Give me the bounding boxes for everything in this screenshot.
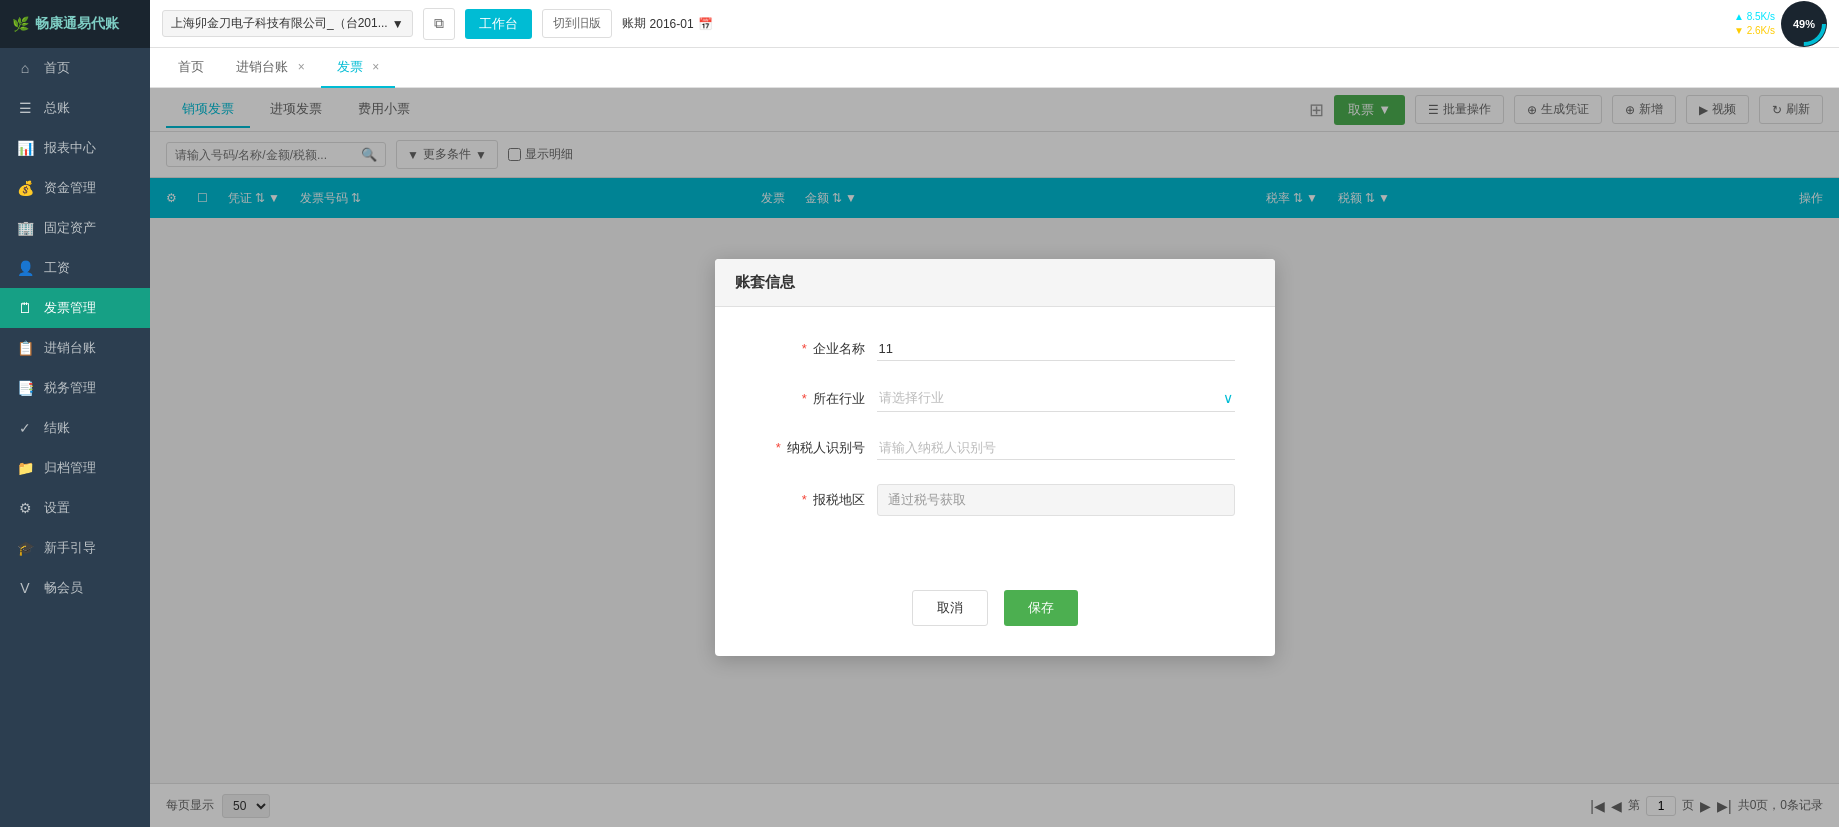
progress-text: 49% — [1793, 18, 1815, 30]
company-name-input[interactable] — [877, 337, 1235, 361]
network-stats: ▲ 8.5K/s ▼ 2.6K/s — [1734, 10, 1775, 38]
member-icon: V — [16, 580, 34, 596]
sidebar-label-ledger: 总账 — [44, 99, 70, 117]
sidebar-label-tax: 税务管理 — [44, 379, 96, 397]
nav-tabs: 首页 进销台账 × 发票 × — [150, 48, 1839, 88]
settings-icon: ⚙ — [16, 500, 34, 516]
network-progress-circle: 49% — [1781, 1, 1827, 47]
finance-icon: 💰 — [16, 180, 34, 196]
tab-purchase-sales[interactable]: 进销台账 × — [220, 48, 321, 88]
archive-icon: 📁 — [16, 460, 34, 476]
sidebar-label-assets: 固定资产 — [44, 219, 96, 237]
sidebar-item-finance[interactable]: 💰 资金管理 — [0, 168, 150, 208]
sidebar-item-member[interactable]: V 畅会员 — [0, 568, 150, 608]
close-tab-invoice[interactable]: × — [372, 60, 379, 74]
invoice-icon: 🗒 — [16, 300, 34, 316]
topbar: 上海卯金刀电子科技有限公司_（台201... ▼ ⧉ 工作台 切到旧版 账期 2… — [150, 0, 1839, 48]
purchase-icon: 📋 — [16, 340, 34, 356]
sidebar-item-salary[interactable]: 👤 工资 — [0, 248, 150, 288]
sidebar-label-invoice: 发票管理 — [44, 299, 96, 317]
sidebar-label-report: 报表中心 — [44, 139, 96, 157]
content-area: 销项发票 进项发票 费用小票 ⊞ 取票 ▼ ☰ 批量操作 ⊕ — [150, 88, 1839, 827]
copy-button[interactable]: ⧉ — [423, 8, 455, 40]
sidebar-item-invoice[interactable]: 🗒 发票管理 — [0, 288, 150, 328]
calendar-icon[interactable]: 📅 — [698, 17, 713, 31]
sidebar-label-member: 畅会员 — [44, 579, 83, 597]
sidebar-label-settings: 设置 — [44, 499, 70, 517]
tax-id-label: * 纳税人识别号 — [755, 439, 865, 457]
tax-region-row: * 报税地区 通过税号获取 — [755, 484, 1235, 516]
network-widget: ▲ 8.5K/s ▼ 2.6K/s 49% — [1734, 1, 1827, 47]
company-name: 上海卯金刀电子科技有限公司_（台201... — [171, 15, 388, 32]
cancel-button[interactable]: 取消 — [912, 590, 988, 626]
copy-icon: ⧉ — [434, 15, 444, 32]
topbar-right: ▲ 8.5K/s ▼ 2.6K/s 49% — [1734, 1, 1827, 47]
tax-region-label: * 报税地区 — [755, 491, 865, 509]
assets-icon: 🏢 — [16, 220, 34, 236]
industry-select[interactable]: 请选择行业 ∨ — [877, 385, 1235, 412]
tax-icon: 📑 — [16, 380, 34, 396]
sidebar: 🌿 畅康通易代账 ⌂ 首页 ☰ 总账 📊 报表中心 💰 资金管理 🏢 固定资产 … — [0, 0, 150, 827]
sidebar-item-archive[interactable]: 📁 归档管理 — [0, 448, 150, 488]
sidebar-item-home[interactable]: ⌂ 首页 — [0, 48, 150, 88]
main-area: 上海卯金刀电子科技有限公司_（台201... ▼ ⧉ 工作台 切到旧版 账期 2… — [150, 0, 1839, 827]
close-books-icon: ✓ — [16, 420, 34, 436]
workbench-button[interactable]: 工作台 — [465, 9, 532, 39]
sidebar-item-tax[interactable]: 📑 税务管理 — [0, 368, 150, 408]
sidebar-label-salary: 工资 — [44, 259, 70, 277]
report-icon: 📊 — [16, 140, 34, 156]
company-dropdown-icon: ▼ — [392, 17, 404, 31]
sidebar-label-archive: 归档管理 — [44, 459, 96, 477]
salary-icon: 👤 — [16, 260, 34, 276]
upload-speed: ▲ 8.5K/s — [1734, 10, 1775, 24]
company-selector[interactable]: 上海卯金刀电子科技有限公司_（台201... ▼ — [162, 10, 413, 37]
download-speed: ▼ 2.6K/s — [1734, 24, 1775, 38]
industry-placeholder: 请选择行业 — [879, 389, 1223, 407]
company-name-label: * 企业名称 — [755, 340, 865, 358]
app-logo: 🌿 畅康通易代账 — [0, 0, 150, 48]
save-button[interactable]: 保存 — [1004, 590, 1078, 626]
company-name-row: * 企业名称 — [755, 337, 1235, 361]
sidebar-label-guide: 新手引导 — [44, 539, 96, 557]
sidebar-item-settings[interactable]: ⚙ 设置 — [0, 488, 150, 528]
sidebar-item-ledger[interactable]: ☰ 总账 — [0, 88, 150, 128]
sidebar-label-home: 首页 — [44, 59, 70, 77]
modal-overlay: 账套信息 * 企业名称 * 所在行业 — [150, 88, 1839, 827]
tax-region-readonly: 通过税号获取 — [877, 484, 1235, 516]
logo-icon: 🌿 — [12, 16, 29, 32]
period-label: 账期 — [622, 15, 646, 32]
sidebar-item-assets[interactable]: 🏢 固定资产 — [0, 208, 150, 248]
sidebar-item-purchase-sales[interactable]: 📋 进销台账 — [0, 328, 150, 368]
tax-id-input[interactable] — [877, 436, 1235, 460]
home-icon: ⌂ — [16, 60, 34, 76]
close-tab-purchase-sales[interactable]: × — [298, 60, 305, 74]
modal-footer: 取消 保存 — [715, 570, 1275, 656]
sidebar-label-close: 结账 — [44, 419, 70, 437]
modal-body: * 企业名称 * 所在行业 请选择行业 ∨ — [715, 307, 1275, 570]
industry-label: * 所在行业 — [755, 390, 865, 408]
industry-dropdown-icon: ∨ — [1223, 390, 1233, 406]
period-display: 账期 2016-01 📅 — [622, 15, 713, 32]
tab-invoice[interactable]: 发票 × — [321, 48, 396, 88]
modal-title: 账套信息 — [715, 259, 1275, 307]
switch-old-button[interactable]: 切到旧版 — [542, 9, 612, 38]
account-info-modal: 账套信息 * 企业名称 * 所在行业 — [715, 259, 1275, 656]
sidebar-label-finance: 资金管理 — [44, 179, 96, 197]
industry-row: * 所在行业 请选择行业 ∨ — [755, 385, 1235, 412]
sidebar-label-purchase-sales: 进销台账 — [44, 339, 96, 357]
guide-icon: 🎓 — [16, 540, 34, 556]
sidebar-item-guide[interactable]: 🎓 新手引导 — [0, 528, 150, 568]
tax-id-row: * 纳税人识别号 — [755, 436, 1235, 460]
tab-home[interactable]: 首页 — [162, 48, 220, 88]
logo-text: 畅康通易代账 — [35, 15, 119, 33]
period-value: 2016-01 — [650, 17, 694, 31]
sidebar-item-close[interactable]: ✓ 结账 — [0, 408, 150, 448]
sidebar-item-report[interactable]: 📊 报表中心 — [0, 128, 150, 168]
ledger-icon: ☰ — [16, 100, 34, 116]
